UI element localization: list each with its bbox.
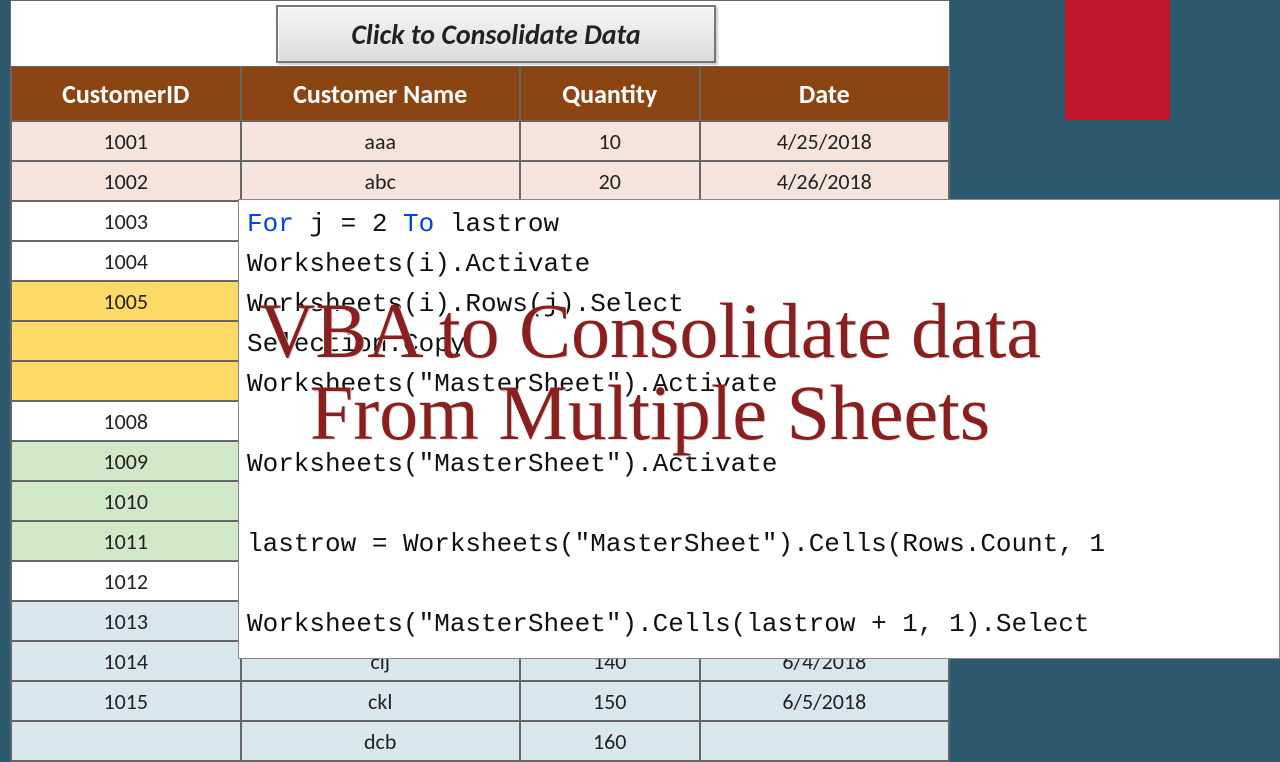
code-line: lastrow = Worksheets("MasterSheet").Cell… [247,529,1105,559]
cell-date[interactable]: 4/26/2018 [700,161,949,201]
table-row[interactable]: dcb160 [11,721,949,761]
code-blank [247,409,263,439]
cell-name[interactable]: dcb [241,721,520,761]
cell-id[interactable] [11,321,241,361]
table-row[interactable]: 1015ckl1506/5/2018 [11,681,949,721]
column-header-customerid[interactable]: CustomerID [11,66,241,121]
code-line: Worksheets("MasterSheet").Activate [247,369,778,399]
keyword-to: To [403,209,434,239]
cell-id[interactable]: 1008 [11,401,241,441]
table-row[interactable]: 1001aaa104/25/2018 [11,121,949,161]
code-blank [247,569,263,599]
cell-id[interactable]: 1001 [11,121,241,161]
cell-id[interactable]: 1011 [11,521,241,561]
decorative-red-block [1065,0,1170,120]
code-text: lastrow [434,209,559,239]
cell-id[interactable]: 1013 [11,601,241,641]
code-line: Selection.Copy [247,329,465,359]
cell-id[interactable]: 1002 [11,161,241,201]
code-text: j = 2 [294,209,403,239]
code-line: Worksheets(i).Rows(j).Select [247,289,684,319]
cell-id[interactable]: 1010 [11,481,241,521]
cell-id[interactable]: 1005 [11,281,241,321]
cell-qty[interactable]: 10 [520,121,700,161]
cell-qty[interactable]: 160 [520,721,700,761]
button-row-area: Click to Consolidate Data [11,1,949,66]
cell-name[interactable]: aaa [241,121,520,161]
cell-id[interactable] [11,361,241,401]
cell-name[interactable]: ckl [241,681,520,721]
code-blank [247,489,263,519]
column-header-quantity[interactable]: Quantity [520,66,700,121]
column-header-date[interactable]: Date [700,66,949,121]
keyword-for: For [247,209,294,239]
cell-id[interactable]: 1009 [11,441,241,481]
consolidate-button[interactable]: Click to Consolidate Data [276,5,716,63]
cell-date[interactable] [700,721,949,761]
code-line: Worksheets("MasterSheet").Activate [247,449,778,479]
cell-qty[interactable]: 150 [520,681,700,721]
cell-id[interactable]: 1015 [11,681,241,721]
cell-id[interactable]: 1003 [11,201,241,241]
table-header-row: CustomerID Customer Name Quantity Date [11,66,949,121]
cell-id[interactable] [11,721,241,761]
cell-date[interactable]: 4/25/2018 [700,121,949,161]
code-line: Worksheets("MasterSheet").Cells(lastrow … [247,609,1090,639]
column-header-customer-name[interactable]: Customer Name [241,66,520,121]
cell-id[interactable]: 1004 [11,241,241,281]
cell-date[interactable]: 6/5/2018 [700,681,949,721]
cell-name[interactable]: abc [241,161,520,201]
cell-id[interactable]: 1012 [11,561,241,601]
code-line: Worksheets(i).Activate [247,249,590,279]
vba-code-panel: For j = 2 To lastrow Worksheets(i).Activ… [238,199,1280,659]
table-row[interactable]: 1002abc204/26/2018 [11,161,949,201]
cell-id[interactable]: 1014 [11,641,241,681]
cell-qty[interactable]: 20 [520,161,700,201]
